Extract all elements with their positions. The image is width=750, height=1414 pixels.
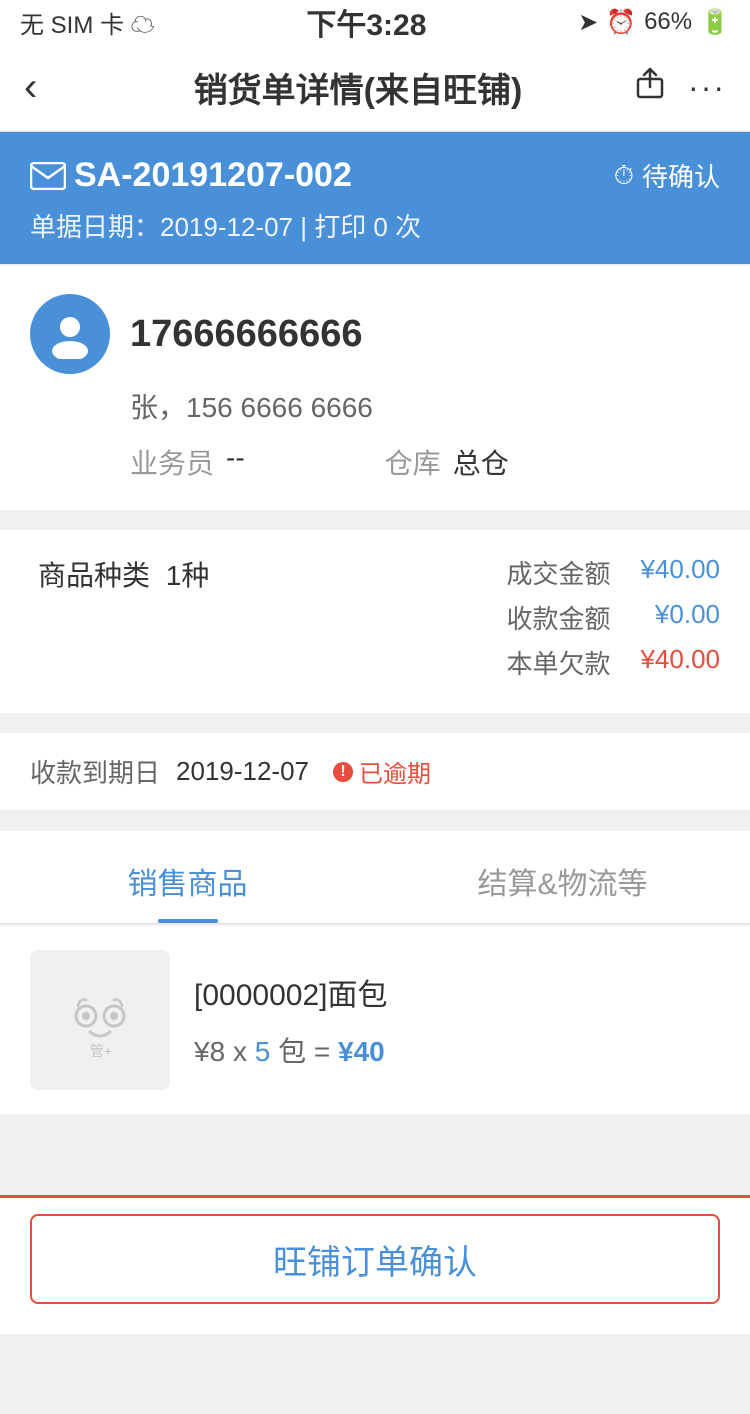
overdue-text: 已逾期 [359, 754, 431, 789]
product-thumbnail: 管+ [30, 950, 170, 1090]
order-banner: SA-20191207-002 ⏱ 待确认 单据日期：2019-12-07 | … [0, 132, 750, 264]
due-label: 收款到期日 [30, 753, 160, 790]
product-unit: 包 [278, 1036, 306, 1067]
product-qty: 5 [255, 1036, 271, 1067]
page-title: 销货单详情(来自旺铺) [194, 63, 523, 112]
more-icon[interactable]: ··· [688, 69, 726, 106]
product-types: 商品种类 1种 [30, 554, 209, 594]
warehouse-label: 仓库 [385, 442, 441, 482]
received-amount-label: 收款金额 [506, 599, 610, 636]
product-eq: = [314, 1036, 338, 1067]
product-info: [0000002]面包 ¥8 x 5 包 = ¥40 [194, 970, 720, 1070]
product-price-x: x [233, 1036, 255, 1067]
salesperson-label: 业务员 [130, 442, 214, 482]
customer-meta: 业务员 -- 仓库 总仓 [130, 442, 720, 482]
clock-icon: ⏱ [614, 160, 634, 192]
bottom-bar: 旺铺订单确认 [0, 1195, 750, 1334]
summary-right: 成交金额 ¥40.00 收款金额 ¥0.00 本单欠款 ¥40.00 [506, 554, 720, 689]
summary-section: 商品种类 1种 成交金额 ¥40.00 收款金额 ¥0.00 本单欠款 ¥40.… [0, 530, 750, 713]
svg-text:管+: 管+ [90, 1043, 112, 1059]
product-total: ¥40 [338, 1036, 385, 1067]
status-bar-time: 下午3:28 [306, 0, 426, 44]
tab-settlement[interactable]: 结算&物流等 [375, 831, 750, 923]
customer-name: 张，156 6666 6666 [130, 386, 720, 426]
location-icon: ➤ [578, 8, 598, 37]
salesperson-value: -- [226, 442, 245, 482]
product-price: ¥8 x 5 包 = ¥40 [194, 1030, 720, 1070]
due-date-value: 2019-12-07 [176, 756, 309, 787]
customer-section: 17666666666 张，156 6666 6666 业务员 -- 仓库 总仓 [0, 266, 750, 510]
order-status: ⏱ 待确认 [614, 157, 720, 194]
deal-amount-label: 成交金额 [506, 554, 610, 591]
back-button[interactable]: ‹ [24, 65, 84, 110]
battery-icon: 🔋 [700, 8, 730, 37]
order-id: SA-20191207-002 [30, 156, 352, 195]
status-bar: 无 SIM 卡 ☁ 下午3:28 ➤ ⏰ 66% 🔋 [0, 0, 750, 44]
status-bar-right: ➤ ⏰ 66% 🔋 [578, 8, 730, 37]
battery-label: 66% [644, 8, 692, 36]
confirm-order-button[interactable]: 旺铺订单确认 [30, 1214, 720, 1304]
share-icon[interactable] [632, 65, 668, 110]
nav-actions: ··· [632, 65, 726, 110]
tabs: 销售商品 结算&物流等 [0, 831, 750, 924]
alarm-icon: ⏰ [606, 8, 636, 37]
overdue-icon: ! [333, 762, 353, 782]
summary-left: 商品种类 1种 [30, 554, 209, 598]
overdue-badge: ! 已逾期 [333, 754, 431, 789]
nav-bar: ‹ 销货单详情(来自旺铺) ··· [0, 44, 750, 132]
customer-phone: 17666666666 [130, 313, 362, 356]
deal-amount-value: ¥40.00 [640, 554, 720, 591]
due-section: 收款到期日 2019-12-07 ! 已逾期 [0, 733, 750, 811]
owed-amount-value: ¥40.00 [640, 644, 720, 681]
product-price-value: ¥8 [194, 1036, 225, 1067]
tab-sales-product[interactable]: 销售商品 [0, 831, 375, 923]
status-bar-left: 无 SIM 卡 ☁ [20, 5, 155, 40]
product-item: 管+ [0000002]面包 ¥8 x 5 包 = ¥40 [0, 926, 750, 1114]
order-date: 单据日期：2019-12-07 | 打印 0 次 [30, 207, 720, 244]
received-amount-value: ¥0.00 [655, 599, 720, 636]
warehouse-value: 总仓 [453, 442, 509, 482]
product-section: 管+ [0000002]面包 ¥8 x 5 包 = ¥40 [0, 926, 750, 1114]
sim-label: 无 SIM 卡 ☁ [20, 5, 155, 40]
product-name: [0000002]面包 [194, 970, 720, 1014]
customer-avatar [30, 294, 110, 374]
owed-amount-label: 本单欠款 [506, 644, 610, 681]
